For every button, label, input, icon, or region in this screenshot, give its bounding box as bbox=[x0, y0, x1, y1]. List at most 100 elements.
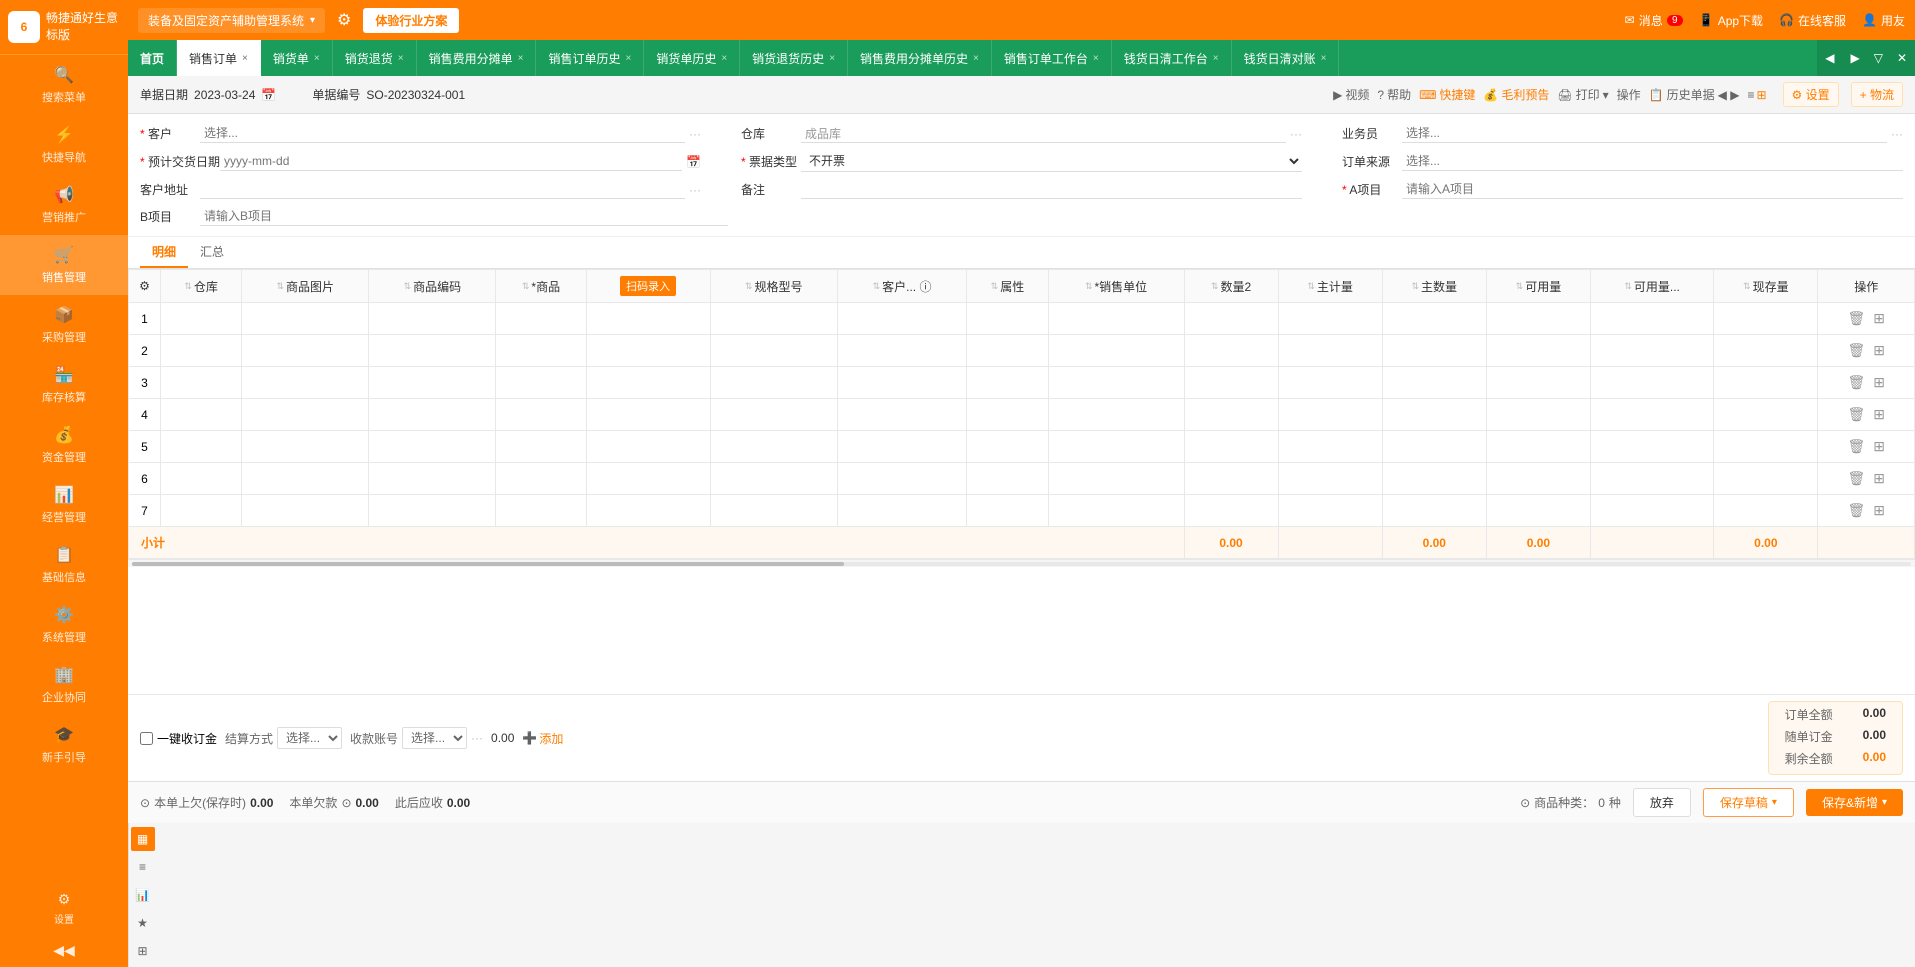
customer-input[interactable] bbox=[200, 124, 685, 143]
sidebar-bottom-settings[interactable]: ⚙ 设置 bbox=[0, 883, 128, 934]
tab-workbench-close[interactable]: × bbox=[1093, 53, 1099, 64]
row-delete-btn[interactable]: 🗑 bbox=[1845, 404, 1867, 425]
message-btn[interactable]: ✉ 消息 9 bbox=[1625, 12, 1683, 29]
sidebar-item-system[interactable]: ⚙️系统管理 bbox=[0, 595, 128, 655]
row-available[interactable] bbox=[1486, 303, 1590, 335]
grid-view-btn[interactable]: ⊞ bbox=[1756, 88, 1766, 102]
row-copy-btn[interactable]: ⊞ bbox=[1871, 404, 1887, 425]
row-warehouse[interactable] bbox=[161, 367, 242, 399]
sidebar-item-sales[interactable]: 🛒销售管理 bbox=[0, 235, 128, 295]
tab-order-history[interactable]: 销售订单历史 × bbox=[536, 40, 644, 76]
right-panel-columns-btn[interactable]: ≡ bbox=[131, 855, 155, 879]
account-no-select[interactable]: 选择... bbox=[402, 727, 467, 749]
row-attribute[interactable] bbox=[967, 335, 1048, 367]
row-available2[interactable] bbox=[1591, 495, 1714, 527]
row-sales-unit[interactable] bbox=[1048, 431, 1184, 463]
right-panel-scan-btn[interactable]: ⊞ bbox=[131, 939, 155, 963]
row-customer-code[interactable] bbox=[837, 335, 967, 367]
tab-home[interactable]: 首页 bbox=[128, 40, 177, 76]
tab-sales-return[interactable]: 销货单 × bbox=[261, 40, 333, 76]
row-stock[interactable] bbox=[1714, 463, 1818, 495]
notes-input[interactable] bbox=[801, 180, 1302, 199]
row-sales-unit[interactable] bbox=[1048, 399, 1184, 431]
tab-refund-history[interactable]: 销货退货历史 × bbox=[740, 40, 848, 76]
sidebar-item-search[interactable]: 🔍搜索菜单 bbox=[0, 55, 128, 115]
customer-address-dots[interactable]: ··· bbox=[689, 183, 701, 197]
row-product-image[interactable] bbox=[242, 431, 369, 463]
row-warehouse[interactable] bbox=[161, 335, 242, 367]
nav-more-btn[interactable]: ▽ bbox=[1868, 40, 1889, 76]
tab-sales-return-close[interactable]: × bbox=[314, 53, 320, 64]
row-main-unit[interactable] bbox=[1278, 431, 1382, 463]
col-settings[interactable]: ⚙ bbox=[129, 270, 161, 303]
row-delete-btn[interactable]: 🗑 bbox=[1845, 436, 1867, 457]
row-product-image[interactable] bbox=[242, 399, 369, 431]
row-copy-btn[interactable]: ⊞ bbox=[1871, 436, 1887, 457]
app-download-btn[interactable]: 📱 App下载 bbox=[1699, 12, 1763, 29]
tab-refund-history-close[interactable]: × bbox=[829, 53, 835, 64]
right-panel-chart-btn[interactable]: 📊 bbox=[131, 883, 155, 907]
row-main-qty[interactable] bbox=[1382, 367, 1486, 399]
settings-panel-btn[interactable]: ⚙ 设置 bbox=[1783, 82, 1839, 107]
save-draft-button[interactable]: 保存草稿 ▾ bbox=[1703, 788, 1794, 817]
row-sales-unit[interactable] bbox=[1048, 463, 1184, 495]
row-main-qty[interactable] bbox=[1382, 463, 1486, 495]
col-spec[interactable]: ⇅规格型号 bbox=[710, 270, 837, 303]
row-stock[interactable] bbox=[1714, 399, 1818, 431]
row-qty2[interactable] bbox=[1184, 303, 1278, 335]
nav-close-all[interactable]: ✕ bbox=[1889, 40, 1915, 76]
col-available[interactable]: ⇅可用量 bbox=[1486, 270, 1590, 303]
row-warehouse[interactable] bbox=[161, 399, 242, 431]
row-product-image[interactable] bbox=[242, 367, 369, 399]
row-customer-code[interactable] bbox=[837, 399, 967, 431]
right-panel-grid-btn[interactable]: ▦ bbox=[131, 827, 155, 851]
operations-btn[interactable]: 操作 bbox=[1617, 86, 1641, 103]
row-delete-btn[interactable]: 🗑 bbox=[1845, 500, 1867, 521]
one-click-checkbox-input[interactable] bbox=[140, 732, 153, 745]
tab-expense-history[interactable]: 销售费用分摊单历史 × bbox=[848, 40, 992, 76]
add-footer-btn[interactable]: ➕ 添加 bbox=[522, 730, 563, 747]
sidebar-item-marketing[interactable]: 📢营销推广 bbox=[0, 175, 128, 235]
row-attribute[interactable] bbox=[967, 367, 1048, 399]
calendar-icon[interactable]: 📅 bbox=[261, 88, 276, 102]
invoice-type-select[interactable]: 不开票 增值税普通发票 增值税专用发票 bbox=[801, 151, 1302, 172]
account-dots[interactable]: ··· bbox=[471, 731, 483, 745]
user-avatar[interactable]: 👤 用友 bbox=[1862, 12, 1905, 29]
row-product-code[interactable] bbox=[369, 463, 496, 495]
row-attribute[interactable] bbox=[967, 303, 1048, 335]
row-spec[interactable] bbox=[710, 495, 837, 527]
col-product[interactable]: ⇅*商品 bbox=[496, 270, 586, 303]
row-copy-btn[interactable]: ⊞ bbox=[1871, 340, 1887, 361]
warehouse-dots[interactable]: ··· bbox=[1290, 127, 1302, 141]
row-qty2[interactable] bbox=[1184, 335, 1278, 367]
row-main-unit[interactable] bbox=[1278, 367, 1382, 399]
tab-workbench[interactable]: 销售订单工作台 × bbox=[992, 40, 1112, 76]
profit-btn[interactable]: 💰 毛利预告 bbox=[1483, 86, 1549, 103]
row-customer-code[interactable] bbox=[837, 431, 967, 463]
tab-sales-refund-close[interactable]: × bbox=[398, 53, 404, 64]
row-spec[interactable] bbox=[710, 303, 837, 335]
row-spec[interactable] bbox=[710, 431, 837, 463]
sidebar-item-inventory[interactable]: 🏪库存核算 bbox=[0, 355, 128, 415]
row-available[interactable] bbox=[1486, 367, 1590, 399]
row-copy-btn[interactable]: ⊞ bbox=[1871, 500, 1887, 521]
col-qty2[interactable]: ⇅数量2 bbox=[1184, 270, 1278, 303]
row-available2[interactable] bbox=[1591, 303, 1714, 335]
row-attribute[interactable] bbox=[967, 495, 1048, 527]
scrollbar-thumb[interactable] bbox=[132, 562, 844, 566]
row-customer-code[interactable] bbox=[837, 367, 967, 399]
row-delete-btn[interactable]: 🗑 bbox=[1845, 340, 1867, 361]
tab-reconcile[interactable]: 钱货日清对账 × bbox=[1232, 40, 1340, 76]
tab-expense-history-close[interactable]: × bbox=[973, 53, 979, 64]
row-customer-code[interactable] bbox=[837, 495, 967, 527]
system-name[interactable]: 装备及固定资产辅助管理系统 ▾ bbox=[138, 8, 325, 33]
col-sales-unit[interactable]: ⇅*销售单位 bbox=[1048, 270, 1184, 303]
tab-summary[interactable]: 汇总 bbox=[188, 237, 236, 268]
row-attribute[interactable] bbox=[967, 463, 1048, 495]
row-warehouse[interactable] bbox=[161, 431, 242, 463]
row-main-unit[interactable] bbox=[1278, 463, 1382, 495]
row-main-unit[interactable] bbox=[1278, 399, 1382, 431]
row-copy-btn[interactable]: ⊞ bbox=[1871, 372, 1887, 393]
row-spec[interactable] bbox=[710, 367, 837, 399]
row-product[interactable] bbox=[496, 399, 586, 431]
